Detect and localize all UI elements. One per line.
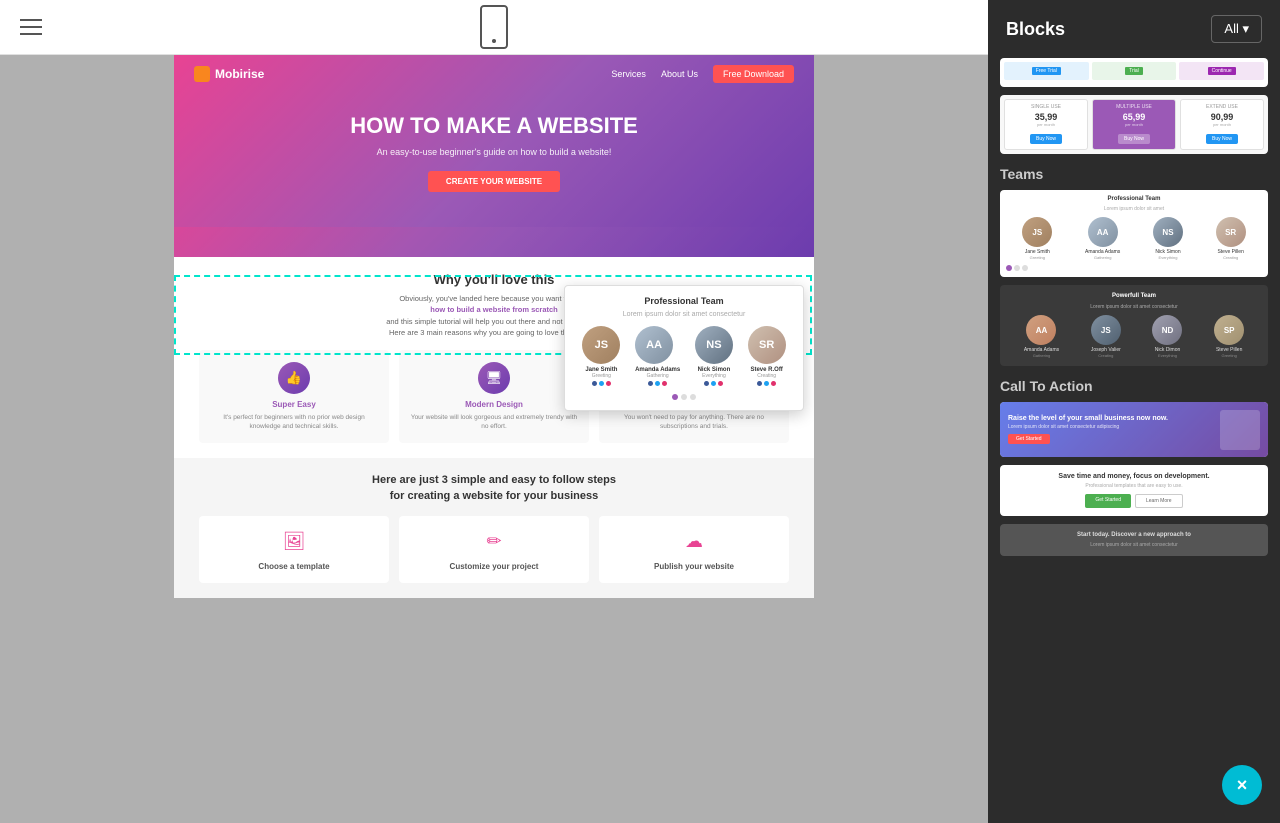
cta2-primary-btn[interactable]: Get Started (1085, 494, 1131, 508)
step-publish: ☁ Publish your website (599, 516, 789, 583)
hero-section: Mobirise Services About Us Free Download… (174, 55, 814, 257)
feature-title-1: Super Easy (207, 400, 381, 409)
steps-title: Here are just 3 simple and easy to follo… (199, 473, 789, 504)
hamburger-line-2 (20, 26, 42, 28)
nav-about: About Us (661, 69, 698, 79)
block-preview-cta-2[interactable]: Save time and money, focus on developmen… (1000, 465, 1268, 516)
hero-content: HOW TO MAKE A WEBSITE An easy-to-use beg… (174, 93, 814, 227)
cta2-sub: Professional templates that are easy to … (1008, 483, 1260, 489)
feature-icon-2: 🖥 (478, 362, 510, 394)
team-member-4: SR Steve R.Off Creating (748, 326, 786, 386)
hero-title: HOW TO MAKE A WEBSITE (214, 113, 774, 139)
team-role-1: Greeting (582, 373, 620, 379)
toolbar (0, 0, 988, 55)
team-member-3: NS Nick Simon Everything (695, 326, 733, 386)
website-preview: Mobirise Services About Us Free Download… (174, 55, 814, 598)
team-social-4 (748, 381, 786, 386)
team-preview-subtitle-1: Lorem ipsum dolor sit amet (1006, 206, 1262, 212)
nav-services: Services (611, 69, 646, 79)
team-popup: Professional Team Lorem ipsum dolor sit … (564, 285, 804, 411)
hamburger-line-3 (20, 33, 42, 35)
steps-section: Here are just 3 simple and easy to follo… (174, 458, 814, 598)
team-avatar-4: SR (748, 326, 786, 364)
team-social-2 (635, 381, 680, 386)
team-role-4: Creating (748, 373, 786, 379)
team-preview-members-1: JS Jane Smith Greeting AA Amanda Adams G… (1006, 217, 1262, 260)
feature-desc-1: It's perfect for beginners with no prior… (207, 413, 381, 431)
step-title-2: Customize your project (407, 562, 581, 571)
feature-desc-3: You won't need to pay for anything. Ther… (607, 413, 781, 431)
price-single-use: SINGLE USE 35,99 per month Buy Now (1004, 99, 1088, 150)
team-role-3: Everything (695, 373, 733, 379)
step-choose-template: 🖼 Choose a template (199, 516, 389, 583)
team-preview-title-1: Professional Team (1006, 196, 1262, 202)
team-member-1: JS Jane Smith Greeting (582, 326, 620, 386)
sidebar-header: Blocks All ▾ (988, 0, 1280, 58)
price-multiple-use: MULTIPLE USE 65,99 per month Buy Now (1092, 99, 1176, 150)
team-role-2: Gathering (635, 373, 680, 379)
cta-sub-1: Lorem ipsum dolor sit amet consectetur a… (1008, 424, 1220, 430)
cta2-buttons: Get Started Learn More (1008, 494, 1260, 508)
step-customize: ✏ Customize your project (399, 516, 589, 583)
team-member-2: AA Amanda Adams Gathering (635, 326, 680, 386)
step-title-1: Choose a template (207, 562, 381, 571)
hero-logo-icon (194, 66, 210, 82)
feature-icon-1: 👍 (278, 362, 310, 394)
hamburger-menu[interactable] (20, 19, 42, 35)
step-icon-1: 🖼 (280, 528, 308, 556)
block-preview-cta-1[interactable]: Raise the level of your small business n… (1000, 402, 1268, 457)
teams-section-label: Teams (1000, 166, 1268, 182)
hamburger-line-1 (20, 19, 42, 21)
hero-nav-links: Services About Us Free Download (611, 65, 794, 83)
block-preview-free-trial[interactable]: Free Trial Trial Continue (1000, 58, 1268, 87)
team-social-3 (695, 381, 733, 386)
feature-super-easy: 👍 Super Easy It's perfect for beginners … (199, 350, 389, 443)
team-avatar-3: NS (695, 326, 733, 364)
team-avatar-1: JS (582, 326, 620, 364)
sidebar-title: Blocks (1006, 19, 1065, 40)
price-extend-use: EXTEND USE 90,99 per month Buy Now (1180, 99, 1264, 150)
team-avatar-2: AA (635, 326, 673, 364)
cta-section-label: Call To Action (1000, 378, 1268, 394)
phone-dot (492, 39, 496, 43)
cta2-secondary-btn[interactable]: Learn More (1135, 494, 1183, 508)
hero-subtitle: An easy-to-use beginner's guide on how t… (214, 147, 774, 157)
step-title-3: Publish your website (607, 562, 781, 571)
close-fab-button[interactable]: × (1222, 765, 1262, 805)
team-popup-title: Professional Team (575, 296, 793, 306)
team-powerful-title: Powerfull Team (1008, 293, 1260, 299)
feature-modern-design: 🖥 Modern Design Your website will look g… (399, 350, 589, 443)
hero-cta-button[interactable]: CREATE YOUR WEBSITE (428, 171, 560, 192)
right-sidebar: Blocks All ▾ Free Trial Trial Continue (988, 0, 1280, 823)
main-area: Mobirise Services About Us Free Download… (0, 0, 988, 823)
sidebar-content: Free Trial Trial Continue SINGLE USE 35,… (988, 58, 1280, 576)
block-preview-pricing[interactable]: SINGLE USE 35,99 per month Buy Now MULTI… (1000, 95, 1268, 154)
all-filter-button[interactable]: All ▾ (1211, 15, 1262, 43)
hero-nav: Mobirise Services About Us Free Download (174, 55, 814, 93)
feature-title-2: Modern Design (407, 400, 581, 409)
phone-icon[interactable] (480, 5, 508, 49)
team-social-1 (582, 381, 620, 386)
nav-cta-button[interactable]: Free Download (713, 65, 794, 83)
cta-text-1: Raise the level of your small business n… (1008, 415, 1220, 422)
block-preview-team-professional[interactable]: Professional Team Lorem ipsum dolor sit … (1000, 190, 1268, 277)
block-preview-cta-3[interactable]: Start today. Discover a new approach to … (1000, 524, 1268, 556)
steps-grid: 🖼 Choose a template ✏ Customize your pro… (199, 516, 789, 583)
block-preview-team-powerful[interactable]: Powerfull Team Lorem ipsum dolor sit ame… (1000, 285, 1268, 366)
hero-bottom (174, 227, 814, 257)
feature-desc-2: Your website will look gorgeous and extr… (407, 413, 581, 431)
hero-logo: Mobirise (194, 66, 264, 82)
cta2-title: Save time and money, focus on developmen… (1008, 473, 1260, 480)
team-members: JS Jane Smith Greeting AA Amanda Adams G… (575, 326, 793, 386)
step-icon-3: ☁ (680, 528, 708, 556)
step-icon-2: ✏ (480, 528, 508, 556)
team-popup-subtitle: Lorem ipsum dolor sit amet consectetur (575, 311, 793, 318)
team-powerful-members: AA Amanda Adams Gathering JS Joseph Vali… (1008, 315, 1260, 358)
team-popup-nav (575, 394, 793, 400)
